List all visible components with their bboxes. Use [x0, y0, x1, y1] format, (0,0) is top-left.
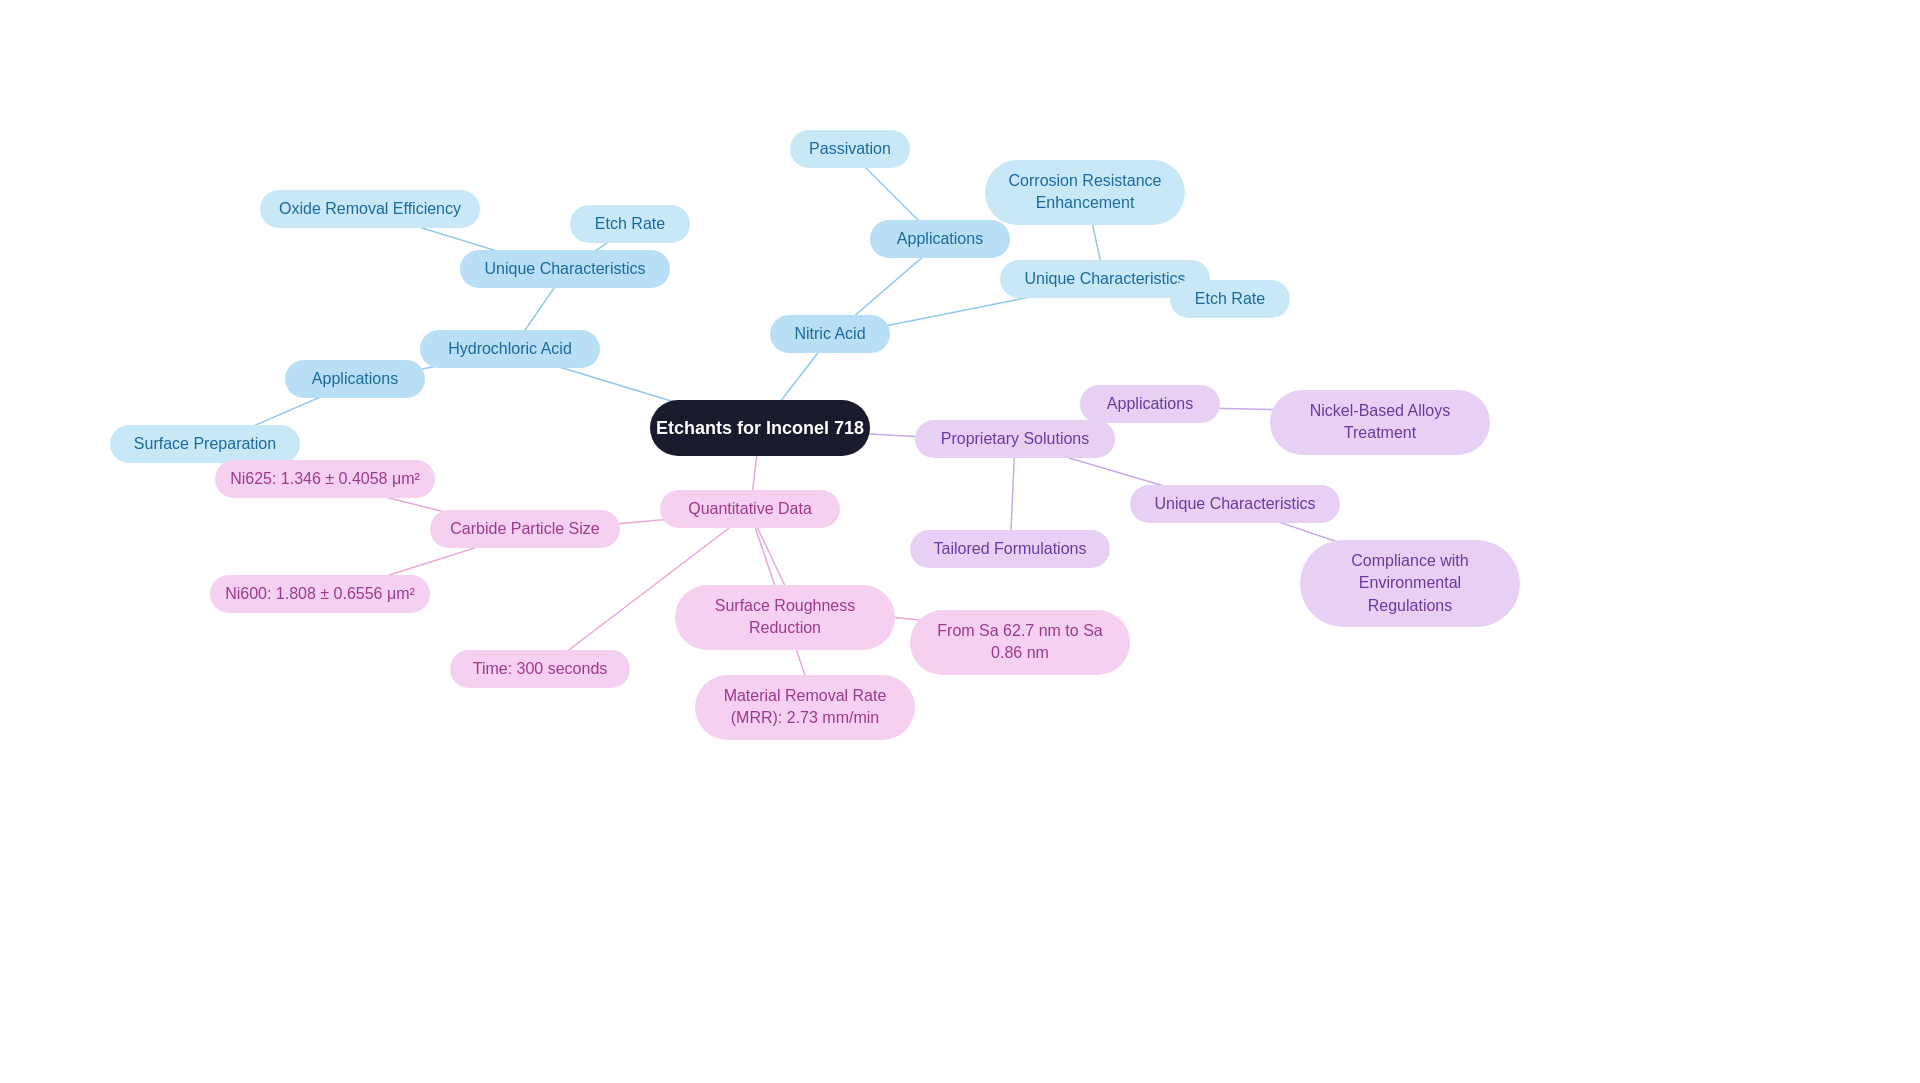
node-surface_prep[interactable]: Surface Preparation: [110, 425, 300, 463]
node-tailored_formulations[interactable]: Tailored Formulations: [910, 530, 1110, 568]
node-center[interactable]: Etchants for Inconel 718: [650, 400, 870, 456]
node-from_sa[interactable]: From Sa 62.7 nm to Sa 0.86 nm: [910, 610, 1130, 675]
node-nickel_based[interactable]: Nickel-Based Alloys Treatment: [1270, 390, 1490, 455]
node-applications_hcl[interactable]: Applications: [285, 360, 425, 398]
node-applications_nitric[interactable]: Applications: [870, 220, 1010, 258]
node-ni625[interactable]: Ni625: 1.346 ± 0.4058 μm²: [215, 460, 435, 498]
node-corrosion_resistance[interactable]: Corrosion Resistance Enhancement: [985, 160, 1185, 225]
node-mrr[interactable]: Material Removal Rate (MRR): 2.73 mm/min: [695, 675, 915, 740]
node-proprietary_solutions[interactable]: Proprietary Solutions: [915, 420, 1115, 458]
node-carbide_particle_size[interactable]: Carbide Particle Size: [430, 510, 620, 548]
node-surface_roughness[interactable]: Surface Roughness Reduction: [675, 585, 895, 650]
node-passivation[interactable]: Passivation: [790, 130, 910, 168]
node-etch_rate_hcl[interactable]: Etch Rate: [570, 205, 690, 243]
node-time_300[interactable]: Time: 300 seconds: [450, 650, 630, 688]
node-quantitative_data[interactable]: Quantitative Data: [660, 490, 840, 528]
node-nitric_acid[interactable]: Nitric Acid: [770, 315, 890, 353]
node-unique_chars_hcl[interactable]: Unique Characteristics: [460, 250, 670, 288]
node-unique_chars_prop[interactable]: Unique Characteristics: [1130, 485, 1340, 523]
node-hydrochloric_acid[interactable]: Hydrochloric Acid: [420, 330, 600, 368]
node-compliance[interactable]: Compliance with Environmental Regulation…: [1300, 540, 1520, 627]
node-ni600[interactable]: Ni600: 1.808 ± 0.6556 μm²: [210, 575, 430, 613]
mindmap-container: Etchants for Inconel 718 Hydrochloric Aci…: [0, 0, 1920, 1083]
node-applications_prop[interactable]: Applications: [1080, 385, 1220, 423]
node-oxide_removal[interactable]: Oxide Removal Efficiency: [260, 190, 480, 228]
node-etch_rate_nitric[interactable]: Etch Rate: [1170, 280, 1290, 318]
